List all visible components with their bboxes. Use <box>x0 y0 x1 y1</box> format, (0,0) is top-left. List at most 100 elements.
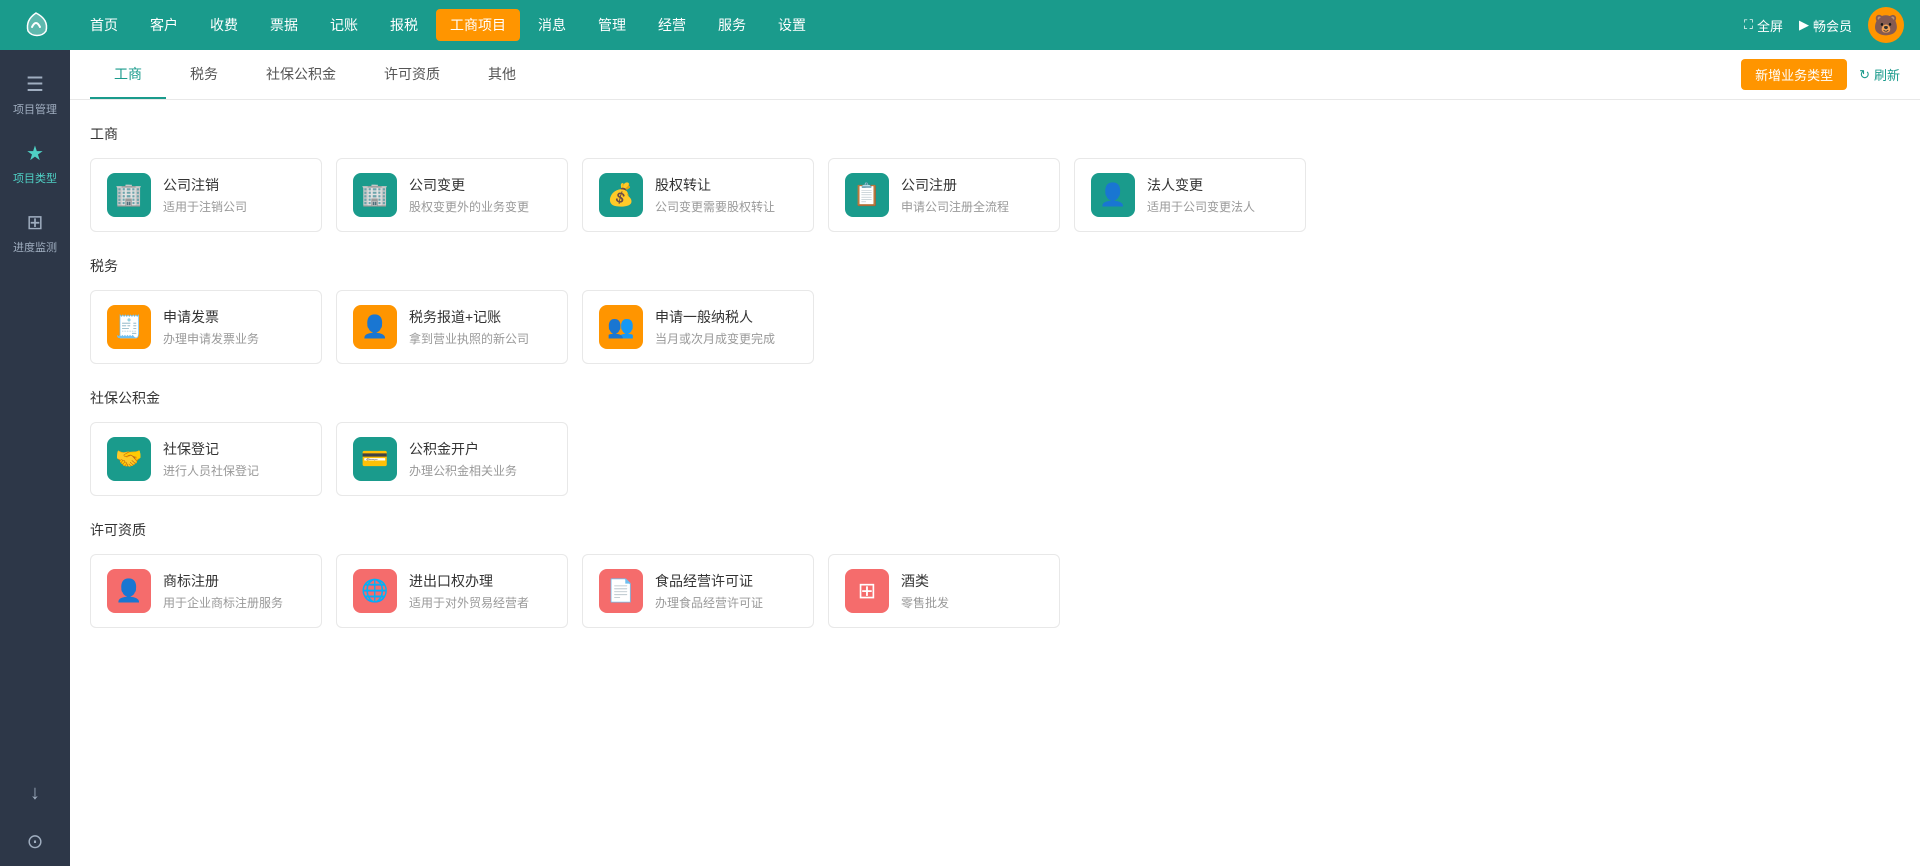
top-nav-item-客户[interactable]: 客户 <box>136 9 192 41</box>
card-desc: 适用于公司变更法人 <box>1147 198 1255 215</box>
content-area: 工商税务社保公积金许可资质其他 新增业务类型 ↻ 刷新 工商 🏢 公司注销适用于注销… <box>70 50 1920 866</box>
card-info: 商标注册用于企业商标注册服务 <box>163 571 283 611</box>
card-info: 社保登记进行人员社保登记 <box>163 439 259 479</box>
top-nav-item-收费[interactable]: 收费 <box>196 9 252 41</box>
refresh-button[interactable]: ↻ 刷新 <box>1859 65 1900 84</box>
card-title: 商标注册 <box>163 571 283 591</box>
card-icon: 📄 <box>599 569 643 613</box>
card-公司注册[interactable]: 📋公司注册申请公司注册全流程 <box>828 158 1060 232</box>
card-公司注销[interactable]: 🏢公司注销适用于注销公司 <box>90 158 322 232</box>
card-icon: 💰 <box>599 173 643 217</box>
card-desc: 当月或次月成变更完成 <box>655 330 775 347</box>
card-法人变更[interactable]: 👤法人变更适用于公司变更法人 <box>1074 158 1306 232</box>
cards-grid: 🧾 申请发票办理申请发票业务 👤 税务报道+记账拿到营业执照的新公司 👥 申请一般纳税人当… <box>90 290 1900 364</box>
card-desc: 拿到营业执照的新公司 <box>409 330 529 347</box>
card-info: 食品经营许可证办理食品经营许可证 <box>655 571 763 611</box>
card-申请一般纳税人[interactable]: 👥 申请一般纳税人当月或次月成变更完成 <box>582 290 814 364</box>
card-info: 公积金开户办理公积金相关业务 <box>409 439 517 479</box>
card-title: 食品经营许可证 <box>655 571 763 591</box>
card-公积金开户[interactable]: 💳公积金开户办理公积金相关业务 <box>336 422 568 496</box>
card-title: 进出口权办理 <box>409 571 529 591</box>
sidebar-item-项目管理[interactable]: ☰项目管理 <box>0 60 70 129</box>
card-社保登记[interactable]: 🤝 社保登记进行人员社保登记 <box>90 422 322 496</box>
top-nav-right: ⛶ 全屏 ▶ 畅会员 🐻 <box>1744 7 1904 43</box>
card-desc: 办理公积金相关业务 <box>409 462 517 479</box>
sidebar-item-进度监测[interactable]: ⊞进度监测 <box>0 198 70 267</box>
top-nav-item-管理[interactable]: 管理 <box>584 9 640 41</box>
card-info: 股权转让公司变更需要股权转让 <box>655 175 775 215</box>
card-info: 公司注册申请公司注册全流程 <box>901 175 1009 215</box>
tab-许可资质[interactable]: 许可资质 <box>360 50 464 99</box>
card-info: 公司注销适用于注销公司 <box>163 175 247 215</box>
fullscreen-button[interactable]: ⛶ 全屏 <box>1744 16 1783 35</box>
logo <box>16 5 56 45</box>
card-title: 申请发票 <box>163 307 259 327</box>
top-nav-item-经营[interactable]: 经营 <box>644 9 700 41</box>
card-icon: 👤 <box>107 569 151 613</box>
card-title: 申请一般纳税人 <box>655 307 775 327</box>
section-title: 社保公积金 <box>90 388 1900 408</box>
user-avatar[interactable]: 🐻 <box>1868 7 1904 43</box>
card-食品经营许可证[interactable]: 📄 食品经营许可证办理食品经营许可证 <box>582 554 814 628</box>
card-title: 法人变更 <box>1147 175 1255 195</box>
card-税务报道+记账[interactable]: 👤 税务报道+记账拿到营业执照的新公司 <box>336 290 568 364</box>
cards-grid: 👤 商标注册用于企业商标注册服务 🌐 进出口权办理适用于对外贸易经营者 📄 食品经营许可证… <box>90 554 1900 628</box>
card-icon: 🌐 <box>353 569 397 613</box>
card-icon: 👥 <box>599 305 643 349</box>
top-nav-item-报税[interactable]: 报税 <box>376 9 432 41</box>
card-title: 股权转让 <box>655 175 775 195</box>
top-nav-item-消息[interactable]: 消息 <box>524 9 580 41</box>
card-info: 法人变更适用于公司变更法人 <box>1147 175 1255 215</box>
top-nav-item-记账[interactable]: 记账 <box>316 9 372 41</box>
top-nav-item-首页[interactable]: 首页 <box>76 9 132 41</box>
card-desc: 进行人员社保登记 <box>163 462 259 479</box>
card-公司变更[interactable]: 🏢 公司变更股权变更外的业务变更 <box>336 158 568 232</box>
refresh-icon: ↻ <box>1859 67 1870 83</box>
card-title: 社保登记 <box>163 439 259 459</box>
sidebar-icon: ☰ <box>26 72 44 97</box>
tab-税务[interactable]: 税务 <box>166 50 242 99</box>
card-title: 公积金开户 <box>409 439 517 459</box>
card-股权转让[interactable]: 💰 股权转让公司变更需要股权转让 <box>582 158 814 232</box>
card-desc: 适用于注销公司 <box>163 198 247 215</box>
card-info: 公司变更股权变更外的业务变更 <box>409 175 529 215</box>
top-nav-item-票据[interactable]: 票据 <box>256 9 312 41</box>
card-title: 公司注销 <box>163 175 247 195</box>
top-nav-item-设置[interactable]: 设置 <box>764 9 820 41</box>
card-icon: 🏢 <box>353 173 397 217</box>
top-nav-item-工商项目[interactable]: 工商项目 <box>436 9 520 41</box>
card-商标注册[interactable]: 👤 商标注册用于企业商标注册服务 <box>90 554 322 628</box>
tabs: 工商税务社保公积金许可资质其他 <box>90 50 540 99</box>
top-nav: 首页客户收费票据记账报税工商项目消息管理经营服务设置 ⛶ 全屏 ▶ 畅会员 🐻 <box>0 0 1920 50</box>
card-icon: 🤝 <box>107 437 151 481</box>
card-酒类[interactable]: ⊞ 酒类零售批发 <box>828 554 1060 628</box>
top-nav-items: 首页客户收费票据记账报税工商项目消息管理经营服务设置 <box>76 9 1744 41</box>
card-info: 申请发票办理申请发票业务 <box>163 307 259 347</box>
sidebar-label: 进度监测 <box>13 239 57 255</box>
tab-工商[interactable]: 工商 <box>90 50 166 99</box>
card-desc: 零售批发 <box>901 594 949 611</box>
card-desc: 适用于对外贸易经营者 <box>409 594 529 611</box>
vip-button[interactable]: ▶ 畅会员 <box>1799 16 1852 35</box>
card-icon: 🧾 <box>107 305 151 349</box>
new-type-button[interactable]: 新增业务类型 <box>1741 59 1847 90</box>
card-info: 酒类零售批发 <box>901 571 949 611</box>
sidebar-label: 项目类型 <box>13 170 57 186</box>
tab-其他[interactable]: 其他 <box>464 50 540 99</box>
card-进出口权办理[interactable]: 🌐 进出口权办理适用于对外贸易经营者 <box>336 554 568 628</box>
sidebar-item-项目类型[interactable]: ★ 项目类型 <box>0 129 70 198</box>
card-icon: ⊞ <box>845 569 889 613</box>
section-title: 许可资质 <box>90 520 1900 540</box>
sidebar-bottom-item[interactable]: ⊙ <box>0 817 70 866</box>
tab-社保公积金[interactable]: 社保公积金 <box>242 50 360 99</box>
card-title: 税务报道+记账 <box>409 307 529 327</box>
tab-actions: 新增业务类型 ↻ 刷新 <box>1741 59 1900 90</box>
sidebar-icon: ★ <box>26 141 44 166</box>
top-nav-item-服务[interactable]: 服务 <box>704 9 760 41</box>
card-icon: 👤 <box>353 305 397 349</box>
card-申请发票[interactable]: 🧾 申请发票办理申请发票业务 <box>90 290 322 364</box>
scroll-content[interactable]: 工商🏢公司注销适用于注销公司🏢公司变更股权变更外的业务变更💰股权转让公司变更需要… <box>70 100 1920 866</box>
card-desc: 股权变更外的业务变更 <box>409 198 529 215</box>
sidebar-bottom-icon: ↓ <box>30 782 40 805</box>
sidebar-bottom-item[interactable]: ↓ <box>0 770 70 817</box>
